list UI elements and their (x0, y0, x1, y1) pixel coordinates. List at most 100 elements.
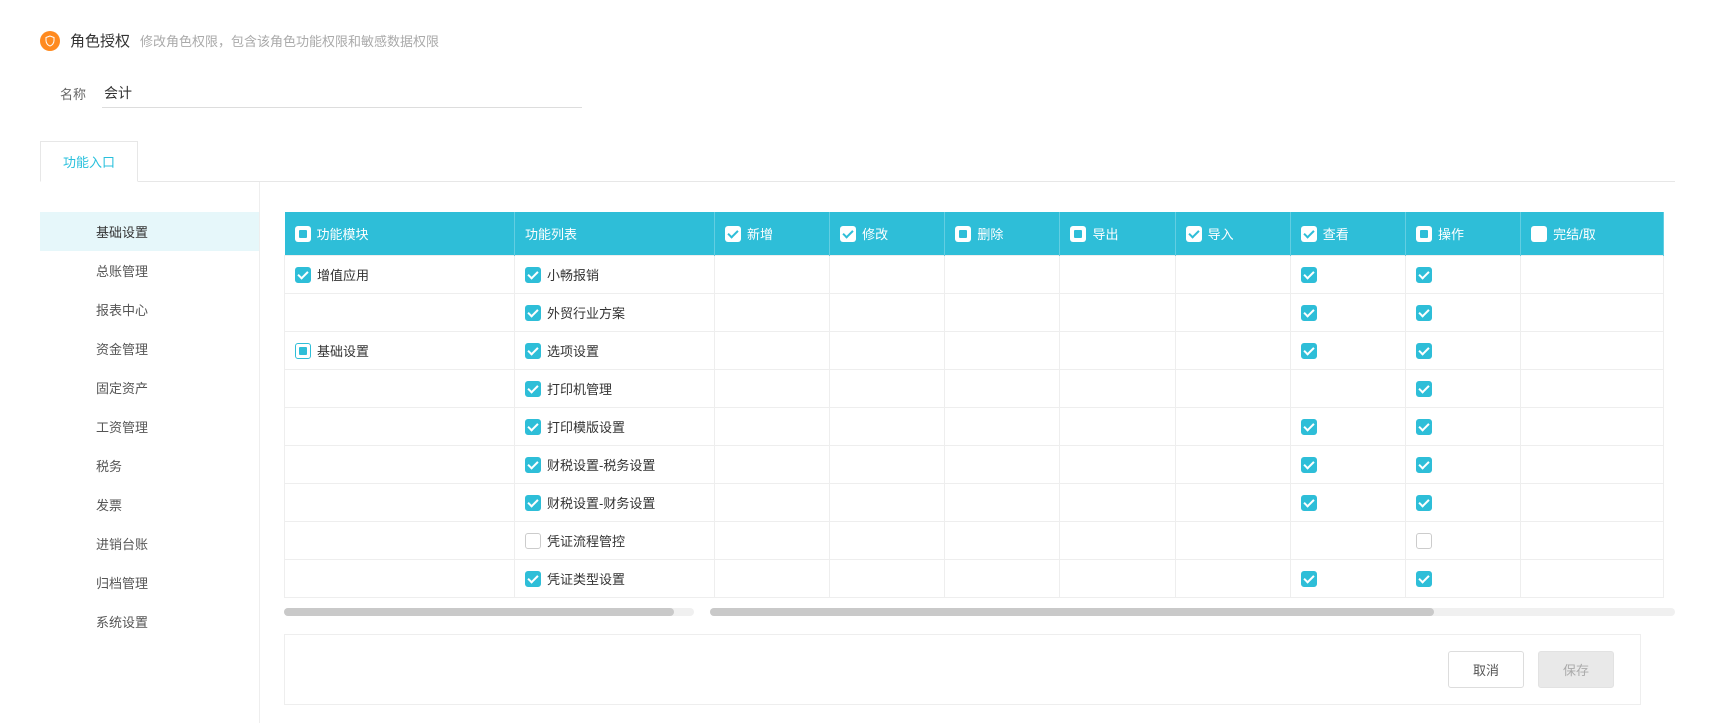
perm-checkbox[interactable] (1301, 305, 1317, 321)
perm-cell (1405, 522, 1520, 560)
module-cell (285, 522, 515, 560)
function-cell: 打印机管理 (515, 370, 715, 408)
sidebar-item-5[interactable]: 工资管理 (40, 407, 259, 446)
perm-checkbox[interactable] (1416, 343, 1432, 359)
perm-checkbox[interactable] (1301, 457, 1317, 473)
col-header-checkbox[interactable] (1531, 226, 1547, 242)
col-header-8[interactable]: 操作 (1405, 212, 1520, 256)
name-input[interactable] (102, 79, 582, 108)
horizontal-scrollbar[interactable] (284, 604, 1675, 624)
sidebar-item-2[interactable]: 报表中心 (40, 290, 259, 329)
perm-cell (1175, 256, 1290, 294)
perm-cell (1405, 370, 1520, 408)
col-header-6[interactable]: 导入 (1175, 212, 1290, 256)
permission-table-wrap[interactable]: 功能模块功能列表新增修改删除导出导入查看操作完结/取 增值应用小畅报销外贸行业方… (284, 212, 1675, 604)
col-header-checkbox[interactable] (1416, 226, 1432, 242)
perm-cell (945, 370, 1060, 408)
cancel-button[interactable]: 取消 (1448, 651, 1524, 688)
perm-checkbox[interactable] (1301, 267, 1317, 283)
tab-bar: 功能入口 (40, 140, 1675, 182)
perm-checkbox[interactable] (1416, 267, 1432, 283)
function-checkbox[interactable] (525, 381, 541, 397)
perm-checkbox[interactable] (1416, 457, 1432, 473)
function-label: 凭证类型设置 (547, 572, 625, 587)
module-checkbox[interactable] (295, 267, 311, 283)
function-checkbox[interactable] (525, 305, 541, 321)
function-cell: 打印模版设置 (515, 408, 715, 446)
col-header-9[interactable]: 完结/取 (1521, 212, 1664, 256)
perm-cell (1405, 256, 1520, 294)
perm-cell (1290, 408, 1405, 446)
permission-table: 功能模块功能列表新增修改删除导出导入查看操作完结/取 增值应用小畅报销外贸行业方… (284, 212, 1664, 598)
function-label: 凭证流程管控 (547, 534, 625, 549)
perm-cell (1521, 294, 1664, 332)
col-header-label: 功能模块 (317, 227, 369, 242)
module-checkbox[interactable] (295, 343, 311, 359)
col-header-5[interactable]: 导出 (1060, 212, 1175, 256)
function-checkbox[interactable] (525, 533, 541, 549)
perm-cell (1521, 560, 1664, 598)
perm-cell (1290, 294, 1405, 332)
col-header-2[interactable]: 新增 (715, 212, 830, 256)
perm-checkbox[interactable] (1301, 343, 1317, 359)
function-checkbox[interactable] (525, 267, 541, 283)
function-checkbox[interactable] (525, 571, 541, 587)
sidebar-item-8[interactable]: 进销台账 (40, 524, 259, 563)
sidebar-item-1[interactable]: 总账管理 (40, 251, 259, 290)
perm-checkbox[interactable] (1301, 571, 1317, 587)
module-cell: 基础设置 (285, 332, 515, 370)
perm-cell (1175, 408, 1290, 446)
perm-cell (830, 332, 945, 370)
sidebar-item-4[interactable]: 固定资产 (40, 368, 259, 407)
col-header-checkbox[interactable] (295, 226, 311, 242)
sidebar-item-10[interactable]: 系统设置 (40, 602, 259, 641)
perm-checkbox[interactable] (1416, 381, 1432, 397)
sidebar-item-7[interactable]: 发票 (40, 485, 259, 524)
perm-cell (1060, 332, 1175, 370)
perm-cell (715, 370, 830, 408)
col-header-checkbox[interactable] (1301, 226, 1317, 242)
table-row: 外贸行业方案 (285, 294, 1664, 332)
function-label: 选项设置 (547, 344, 599, 359)
tab-function-entry[interactable]: 功能入口 (40, 141, 138, 182)
col-header-4[interactable]: 删除 (945, 212, 1060, 256)
perm-cell (1521, 408, 1664, 446)
perm-cell (945, 446, 1060, 484)
sidebar-item-9[interactable]: 归档管理 (40, 563, 259, 602)
sidebar-item-6[interactable]: 税务 (40, 446, 259, 485)
col-header-0[interactable]: 功能模块 (285, 212, 515, 256)
save-button[interactable]: 保存 (1538, 651, 1614, 688)
perm-cell (715, 256, 830, 294)
perm-checkbox[interactable] (1416, 571, 1432, 587)
col-header-3[interactable]: 修改 (830, 212, 945, 256)
perm-cell (1175, 332, 1290, 370)
function-checkbox[interactable] (525, 495, 541, 511)
perm-checkbox[interactable] (1416, 495, 1432, 511)
col-header-checkbox[interactable] (955, 226, 971, 242)
perm-cell (945, 484, 1060, 522)
col-header-7[interactable]: 查看 (1290, 212, 1405, 256)
perm-cell (1060, 408, 1175, 446)
function-checkbox[interactable] (525, 343, 541, 359)
perm-checkbox[interactable] (1416, 305, 1432, 321)
perm-cell (1290, 484, 1405, 522)
col-header-1[interactable]: 功能列表 (515, 212, 715, 256)
col-header-checkbox[interactable] (1070, 226, 1086, 242)
col-header-checkbox[interactable] (840, 226, 856, 242)
perm-cell (830, 408, 945, 446)
perm-checkbox[interactable] (1416, 533, 1432, 549)
perm-cell (1290, 560, 1405, 598)
col-header-checkbox[interactable] (725, 226, 741, 242)
perm-cell (1175, 484, 1290, 522)
col-header-checkbox[interactable] (1186, 226, 1202, 242)
perm-cell (715, 522, 830, 560)
function-checkbox[interactable] (525, 457, 541, 473)
perm-checkbox[interactable] (1416, 419, 1432, 435)
perm-checkbox[interactable] (1301, 495, 1317, 511)
sidebar-item-0[interactable]: 基础设置 (40, 212, 259, 251)
sidebar-item-3[interactable]: 资金管理 (40, 329, 259, 368)
perm-checkbox[interactable] (1301, 419, 1317, 435)
page-subtitle: 修改角色权限，包含该角色功能权限和敏感数据权限 (140, 31, 439, 50)
function-checkbox[interactable] (525, 419, 541, 435)
perm-cell (1405, 332, 1520, 370)
